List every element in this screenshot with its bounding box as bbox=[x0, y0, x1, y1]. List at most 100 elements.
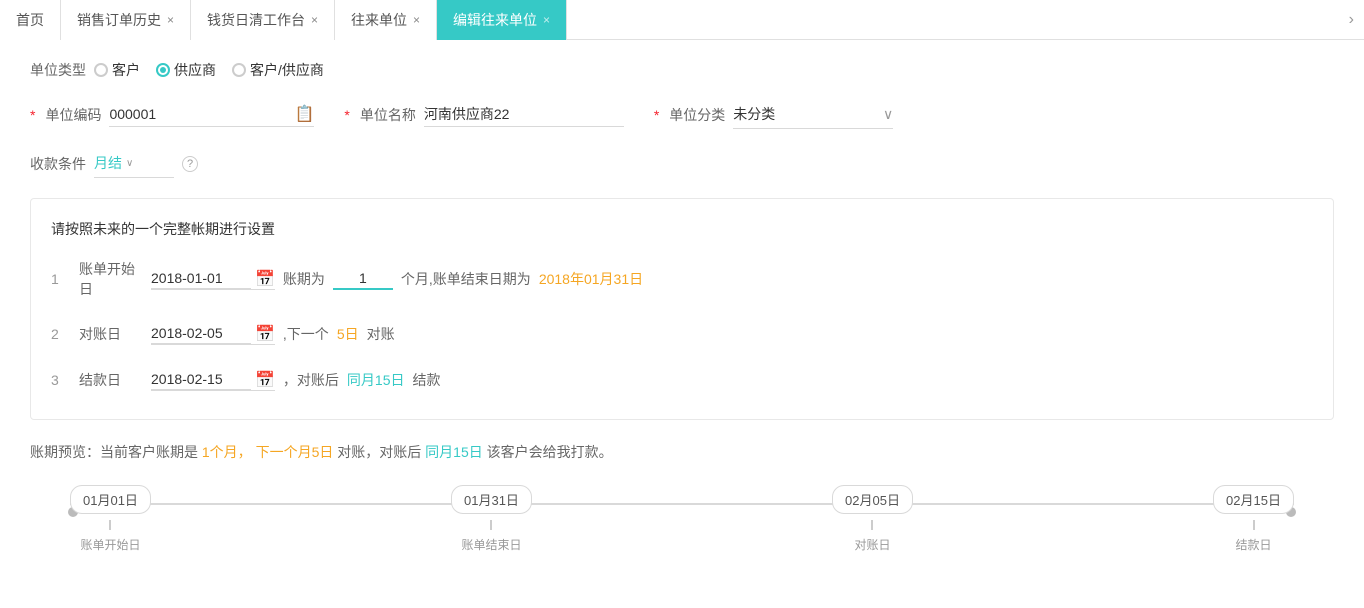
radio-supplier-circle bbox=[156, 63, 170, 77]
preview-section: 账期预览：当前客户账期是 1个月， 下一个月5日 对账，对账后 同月15日 该客… bbox=[30, 440, 1334, 465]
tab-edit-partner[interactable]: 编辑往来单位 × bbox=[437, 0, 567, 40]
tab-home[interactable]: 首页 bbox=[0, 0, 61, 40]
radio-supplier-label: 供应商 bbox=[174, 60, 216, 80]
reconcile-suffix: 对账 bbox=[367, 324, 395, 344]
unit-name-group: * 单位名称 bbox=[344, 102, 623, 127]
timeline-label-1: 账单开始日 bbox=[80, 536, 140, 553]
unit-name-star: * bbox=[344, 107, 349, 123]
timeline-point-1: 01月01日 账单开始日 bbox=[70, 485, 151, 553]
settings-section: 请按照未来的一个完整帐期进行设置 1 账单开始日 📅 账期为 个月,账单结束日期… bbox=[30, 198, 1334, 420]
unit-code-input-wrapper: 📋 bbox=[109, 102, 314, 127]
row-3-num: 3 bbox=[51, 372, 67, 388]
payment-terms-help[interactable]: ? bbox=[182, 156, 198, 172]
reconcile-date-input[interactable] bbox=[151, 323, 251, 344]
start-date-calendar[interactable]: 📅 bbox=[255, 269, 275, 289]
timeline-label-2: 账单结束日 bbox=[461, 536, 521, 553]
timeline-badge-4: 02月15日 bbox=[1213, 485, 1294, 514]
tab-cash-work-close[interactable]: × bbox=[311, 13, 318, 27]
setting-row-2: 2 对账日 📅 ,下一个 5日 对账 bbox=[51, 323, 1313, 345]
preview-part2: 下一个月5日 bbox=[256, 444, 334, 460]
unit-category-select[interactable]: 未分类 ∨ bbox=[733, 100, 893, 129]
timeline-label-4: 结款日 bbox=[1236, 536, 1272, 553]
payment-terms-label: 收款条件 bbox=[30, 154, 86, 174]
payment-terms-row: 收款条件 月结 ∨ ? bbox=[30, 149, 1334, 178]
tab-partner[interactable]: 往来单位 × bbox=[335, 0, 437, 40]
timeline-connector-3 bbox=[871, 520, 873, 530]
radio-customer-supplier[interactable]: 客户/供应商 bbox=[232, 60, 324, 80]
radio-customer-label: 客户 bbox=[112, 60, 140, 80]
tab-sales-history-close[interactable]: × bbox=[167, 13, 174, 27]
payment-terms-value: 月结 bbox=[94, 153, 122, 173]
tab-sales-history-label: 销售订单历史 bbox=[77, 10, 161, 30]
tabs-bar: 首页 销售订单历史 × 钱货日清工作台 × 往来单位 × 编辑往来单位 × › bbox=[0, 0, 1364, 40]
unit-code-group: * 单位编码 📋 bbox=[30, 102, 314, 127]
tab-edit-partner-close[interactable]: × bbox=[543, 13, 550, 27]
payment-prefix: ，对账后 bbox=[283, 370, 339, 390]
radio-group: 客户 供应商 客户/供应商 bbox=[94, 60, 324, 80]
timeline-connector-1 bbox=[109, 520, 111, 530]
unit-category-label: 单位分类 bbox=[669, 105, 725, 125]
reconcile-date-input-wrapper: 📅 bbox=[151, 323, 275, 345]
tab-partner-close[interactable]: × bbox=[413, 13, 420, 27]
timeline-badge-2: 01月31日 bbox=[451, 485, 532, 514]
payment-terms-group: 收款条件 月结 ∨ ? bbox=[30, 149, 198, 178]
tab-edit-partner-label: 编辑往来单位 bbox=[453, 10, 537, 30]
payment-terms-arrow: ∨ bbox=[126, 158, 133, 169]
tab-sales-history[interactable]: 销售订单历史 × bbox=[61, 0, 191, 40]
tab-home-label: 首页 bbox=[16, 10, 44, 30]
timeline-point-2: 01月31日 账单结束日 bbox=[451, 485, 532, 553]
timeline-points: 01月01日 账单开始日 01月31日 账单结束日 02月05日 对账日 02月… bbox=[70, 485, 1294, 553]
row-1-label: 账单开始日 bbox=[79, 259, 139, 299]
radio-customer[interactable]: 客户 bbox=[94, 60, 140, 80]
unit-code-star: * bbox=[30, 107, 35, 123]
unit-code-label: 单位编码 bbox=[45, 105, 101, 125]
unit-type-group: 单位类型 客户 供应商 客户/供应商 bbox=[30, 60, 324, 80]
start-date-input-wrapper: 📅 bbox=[151, 268, 275, 290]
unit-category-star: * bbox=[654, 107, 659, 123]
row-2-label: 对账日 bbox=[79, 324, 139, 344]
period-input[interactable] bbox=[333, 268, 393, 290]
timeline-point-4: 02月15日 结款日 bbox=[1213, 485, 1294, 553]
timeline-point-3: 02月05日 对账日 bbox=[832, 485, 913, 553]
radio-customer-supplier-label: 客户/供应商 bbox=[250, 60, 324, 80]
period-unit: 个月,账单结束日期为 bbox=[401, 269, 531, 289]
unit-name-input[interactable] bbox=[424, 102, 624, 127]
payment-date-input[interactable] bbox=[151, 369, 251, 390]
tab-cash-work-label: 钱货日清工作台 bbox=[207, 10, 305, 30]
tab-cash-work[interactable]: 钱货日清工作台 × bbox=[191, 0, 335, 40]
payment-terms-dropdown[interactable]: 月结 ∨ bbox=[94, 149, 174, 178]
preview-part3: 同月15日 bbox=[425, 444, 483, 460]
unit-code-icon[interactable]: 📋 bbox=[294, 104, 314, 124]
radio-customer-supplier-circle bbox=[232, 63, 246, 77]
unit-name-label: 单位名称 bbox=[360, 105, 416, 125]
radio-supplier[interactable]: 供应商 bbox=[156, 60, 216, 80]
preview-prefix: 账期预览：当前客户账期是 bbox=[30, 444, 198, 460]
unit-info-row: * 单位编码 📋 * 单位名称 * 单位分类 未分类 ∨ bbox=[30, 100, 1334, 129]
payment-suffix: 结款 bbox=[413, 370, 441, 390]
period-prefix: 账期为 bbox=[283, 269, 325, 289]
reconcile-highlight: 5日 bbox=[337, 324, 359, 344]
unit-type-row: 单位类型 客户 供应商 客户/供应商 bbox=[30, 60, 1334, 80]
payment-date-calendar[interactable]: 📅 bbox=[255, 370, 275, 390]
section-title: 请按照未来的一个完整帐期进行设置 bbox=[51, 219, 1313, 239]
row-2-num: 2 bbox=[51, 326, 67, 342]
setting-row-3: 3 结款日 📅 ，对账后 同月15日 结款 bbox=[51, 369, 1313, 391]
preview-part1: 1个月， bbox=[202, 444, 252, 460]
row-1-content: 📅 账期为 个月,账单结束日期为 2018年01月31日 bbox=[151, 268, 1313, 290]
start-date-input[interactable] bbox=[151, 268, 251, 289]
timeline-connector-2 bbox=[490, 520, 492, 530]
tabs-more-button[interactable]: › bbox=[1339, 0, 1364, 40]
timeline-badge-3: 02月05日 bbox=[832, 485, 913, 514]
tab-partner-label: 往来单位 bbox=[351, 10, 407, 30]
unit-category-group: * 单位分类 未分类 ∨ bbox=[654, 100, 893, 129]
main-content: 单位类型 客户 供应商 客户/供应商 * 单位编码 bbox=[0, 40, 1364, 608]
timeline-badge-1: 01月01日 bbox=[70, 485, 151, 514]
reconcile-prefix: ,下一个 bbox=[283, 324, 329, 344]
setting-row-1: 1 账单开始日 📅 账期为 个月,账单结束日期为 2018年01月31日 bbox=[51, 259, 1313, 299]
row-2-content: 📅 ,下一个 5日 对账 bbox=[151, 323, 1313, 345]
timeline-wrapper: 01月01日 账单开始日 01月31日 账单结束日 02月05日 对账日 02月… bbox=[30, 485, 1334, 553]
preview-middle: 对账，对账后 bbox=[337, 444, 421, 460]
radio-customer-circle bbox=[94, 63, 108, 77]
reconcile-date-calendar[interactable]: 📅 bbox=[255, 324, 275, 344]
unit-code-input[interactable] bbox=[109, 102, 290, 126]
